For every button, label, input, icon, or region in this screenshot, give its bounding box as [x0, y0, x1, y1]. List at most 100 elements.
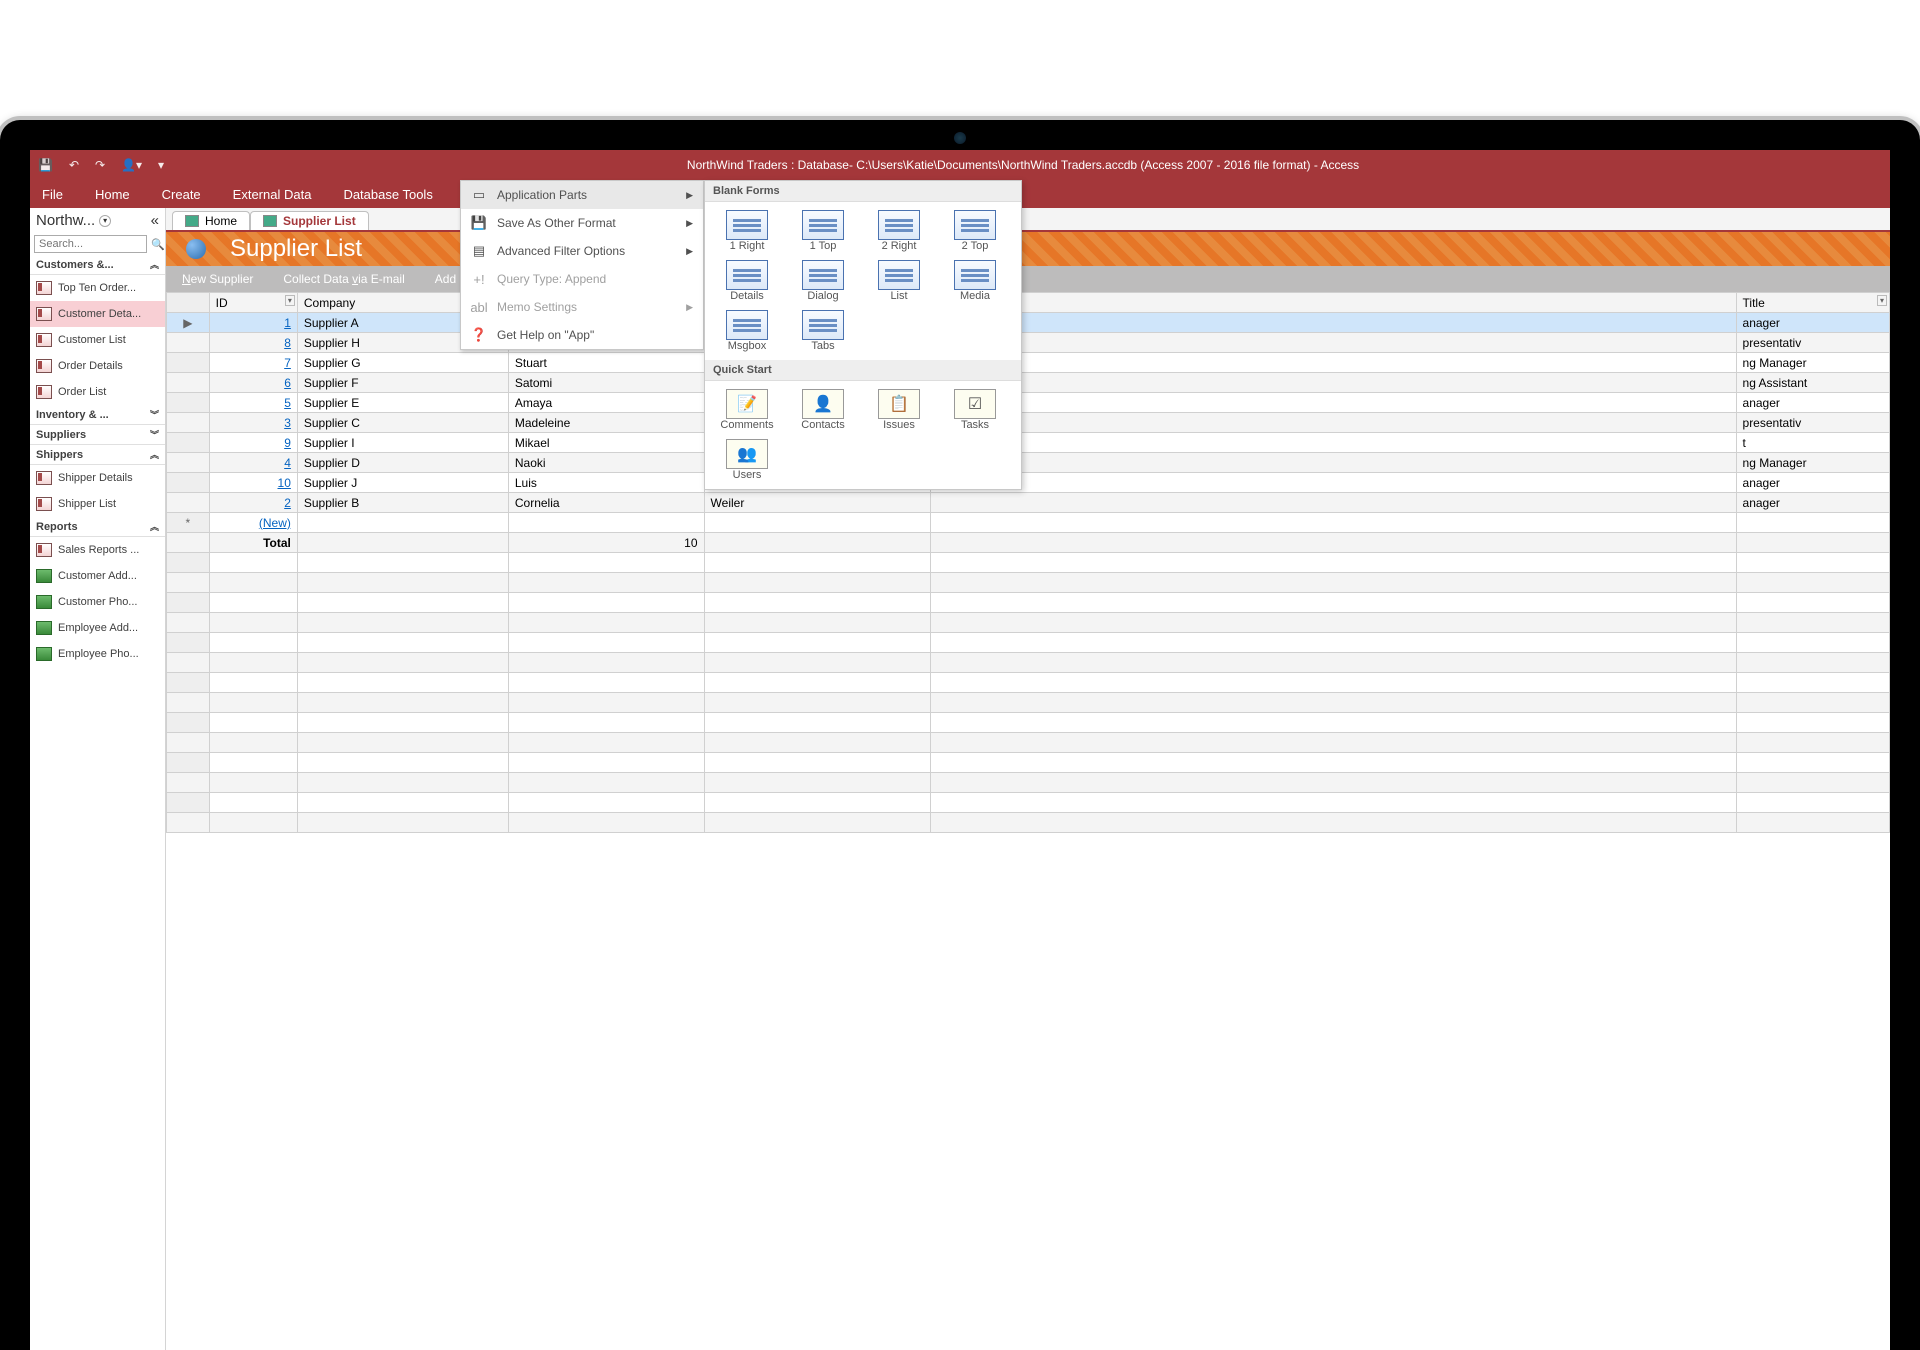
cell-id[interactable]: 5	[209, 393, 297, 413]
cell-first-name[interactable]: Naoki	[508, 453, 704, 473]
gallery-item-issues[interactable]: 📋Issues	[861, 385, 937, 435]
nav-item-shipper-list[interactable]: Shipper List	[30, 491, 165, 517]
dropdown-icon[interactable]: ▾	[285, 295, 295, 306]
menu-save-as-other[interactable]: 💾Save As Other Format▶	[461, 209, 703, 237]
gallery-item-2-top[interactable]: 2 Top	[937, 206, 1013, 256]
new-row-label[interactable]: (New)	[209, 513, 297, 533]
nav-pane-header[interactable]: Northw... ▾ «	[30, 208, 165, 233]
cell-last-name[interactable]: Weiler	[704, 493, 930, 513]
gallery-item-2-right[interactable]: 2 Right	[861, 206, 937, 256]
gallery-item-media[interactable]: Media	[937, 256, 1013, 306]
ribbon-tab-file[interactable]: File	[38, 183, 67, 206]
gallery-item-dialog[interactable]: Dialog	[785, 256, 861, 306]
nav-item-employee-phone[interactable]: Employee Pho...	[30, 641, 165, 667]
table-row[interactable]: 3 Supplier C Madeleine Kelley presentati…	[167, 413, 1890, 433]
nav-search-input[interactable]	[34, 235, 147, 253]
cell-id[interactable]: 8	[209, 333, 297, 353]
row-selector[interactable]	[167, 413, 210, 433]
ribbon-tab-external-data[interactable]: External Data	[229, 183, 316, 206]
nav-group-inventory[interactable]: Inventory & ...︾	[30, 405, 165, 425]
ribbon-tab-database-tools[interactable]: Database Tools	[339, 183, 436, 206]
nav-item-order-details[interactable]: Order Details	[30, 353, 165, 379]
row-selector-header[interactable]	[167, 293, 210, 313]
nav-group-reports[interactable]: Reports︽	[30, 517, 165, 537]
cell-company[interactable]: Supplier E	[297, 393, 508, 413]
menu-advanced-filter[interactable]: ▤Advanced Filter Options▶	[461, 237, 703, 265]
cell-company[interactable]: Supplier D	[297, 453, 508, 473]
cell-first-name[interactable]: Stuart	[508, 353, 704, 373]
cell-company[interactable]: Supplier B	[297, 493, 508, 513]
cell-company[interactable]: Supplier F	[297, 373, 508, 393]
new-supplier-button[interactable]: New Supplier	[182, 272, 253, 286]
col-job-title[interactable]: Title▾	[1736, 293, 1889, 313]
nav-item-customer-addresses[interactable]: Customer Add...	[30, 563, 165, 589]
row-selector[interactable]	[167, 493, 210, 513]
add-button[interactable]: Add	[435, 272, 456, 286]
cell-first-name[interactable]: Cornelia	[508, 493, 704, 513]
nav-group-suppliers[interactable]: Suppliers︾	[30, 425, 165, 445]
cell-id[interactable]: 4	[209, 453, 297, 473]
nav-group-shippers[interactable]: Shippers︽	[30, 445, 165, 465]
search-icon[interactable]: 🔍	[151, 238, 165, 251]
ribbon-tab-create[interactable]: Create	[158, 183, 205, 206]
cell-job-title[interactable]: anager	[1736, 313, 1889, 333]
cell-job-title[interactable]: anager	[1736, 473, 1889, 493]
col-id[interactable]: ID▾	[209, 293, 297, 313]
nav-item-shipper-details[interactable]: Shipper Details	[30, 465, 165, 491]
gallery-item-tabs[interactable]: Tabs	[785, 306, 861, 356]
table-row[interactable]: 2 Supplier B Cornelia Weiler anager	[167, 493, 1890, 513]
gallery-item-users[interactable]: 👥Users	[709, 435, 785, 485]
cell-job-title[interactable]: anager	[1736, 393, 1889, 413]
gallery-item-msgbox[interactable]: Msgbox	[709, 306, 785, 356]
row-selector[interactable]: ▶	[167, 313, 210, 333]
table-row[interactable]: 8 Supplier H Bryn Paul Dunton presentati…	[167, 333, 1890, 353]
cell-company[interactable]: Supplier I	[297, 433, 508, 453]
nav-item-sales-reports[interactable]: Sales Reports ...	[30, 537, 165, 563]
table-row[interactable]: 9 Supplier I Mikael Sandberg t	[167, 433, 1890, 453]
row-selector[interactable]	[167, 353, 210, 373]
table-row[interactable]: 6 Supplier F Satomi Hayakawa ng Assistan…	[167, 373, 1890, 393]
datasheet-grid[interactable]: ID▾ Company▾ First Name▾ Last Name Title…	[166, 292, 1890, 1350]
cell-id[interactable]: 9	[209, 433, 297, 453]
table-row[interactable]: 4 Supplier D Naoki Sato ng Manager	[167, 453, 1890, 473]
nav-group-customers[interactable]: Customers &...︽	[30, 255, 165, 275]
table-row[interactable]: ▶ 1 Supplier A Elizabeth A. anager	[167, 313, 1890, 333]
cell-company[interactable]: Supplier G	[297, 353, 508, 373]
nav-item-customer-phone[interactable]: Customer Pho...	[30, 589, 165, 615]
collapse-pane-icon[interactable]: «	[151, 212, 159, 229]
cell-job-title[interactable]: ng Manager	[1736, 453, 1889, 473]
row-selector[interactable]	[167, 473, 210, 493]
qat-customize-icon[interactable]: ▾	[158, 158, 164, 172]
cell-id[interactable]: 3	[209, 413, 297, 433]
nav-item-order-list[interactable]: Order List	[30, 379, 165, 405]
row-selector[interactable]	[167, 333, 210, 353]
table-row[interactable]: 7 Supplier G Stuart Glasson ng Manager	[167, 353, 1890, 373]
dropdown-icon[interactable]: ▾	[1877, 295, 1887, 306]
cell-job-title[interactable]: anager	[1736, 493, 1889, 513]
cell-company[interactable]: Supplier J	[297, 473, 508, 493]
cell-job-title[interactable]: t	[1736, 433, 1889, 453]
gallery-item-list[interactable]: List	[861, 256, 937, 306]
gallery-item-1-top[interactable]: 1 Top	[785, 206, 861, 256]
nav-item-top-ten-orders[interactable]: Top Ten Order...	[30, 275, 165, 301]
nav-item-customer-details[interactable]: Customer Deta...	[30, 301, 165, 327]
doc-tab-home[interactable]: Home	[172, 211, 250, 230]
row-selector[interactable]	[167, 433, 210, 453]
cell-first-name[interactable]: Mikael	[508, 433, 704, 453]
gallery-item-comments[interactable]: 📝Comments	[709, 385, 785, 435]
ribbon-tab-home[interactable]: Home	[91, 183, 134, 206]
cell-job-title[interactable]: presentativ	[1736, 413, 1889, 433]
cell-job-title[interactable]: ng Assistant	[1736, 373, 1889, 393]
undo-icon[interactable]: ↶	[69, 158, 79, 172]
cell-id[interactable]: 10	[209, 473, 297, 493]
gallery-item-contacts[interactable]: 👤Contacts	[785, 385, 861, 435]
cell-company[interactable]: Supplier C	[297, 413, 508, 433]
save-icon[interactable]: 💾	[38, 158, 53, 172]
menu-get-help[interactable]: ❓Get Help on "App"	[461, 321, 703, 349]
nav-item-employee-addresses[interactable]: Employee Add...	[30, 615, 165, 641]
cell-job-title[interactable]: presentativ	[1736, 333, 1889, 353]
redo-icon[interactable]: ↷	[95, 158, 105, 172]
row-selector[interactable]	[167, 393, 210, 413]
menu-application-parts[interactable]: ▭Application Parts▶	[461, 181, 703, 209]
cell-id[interactable]: 6	[209, 373, 297, 393]
